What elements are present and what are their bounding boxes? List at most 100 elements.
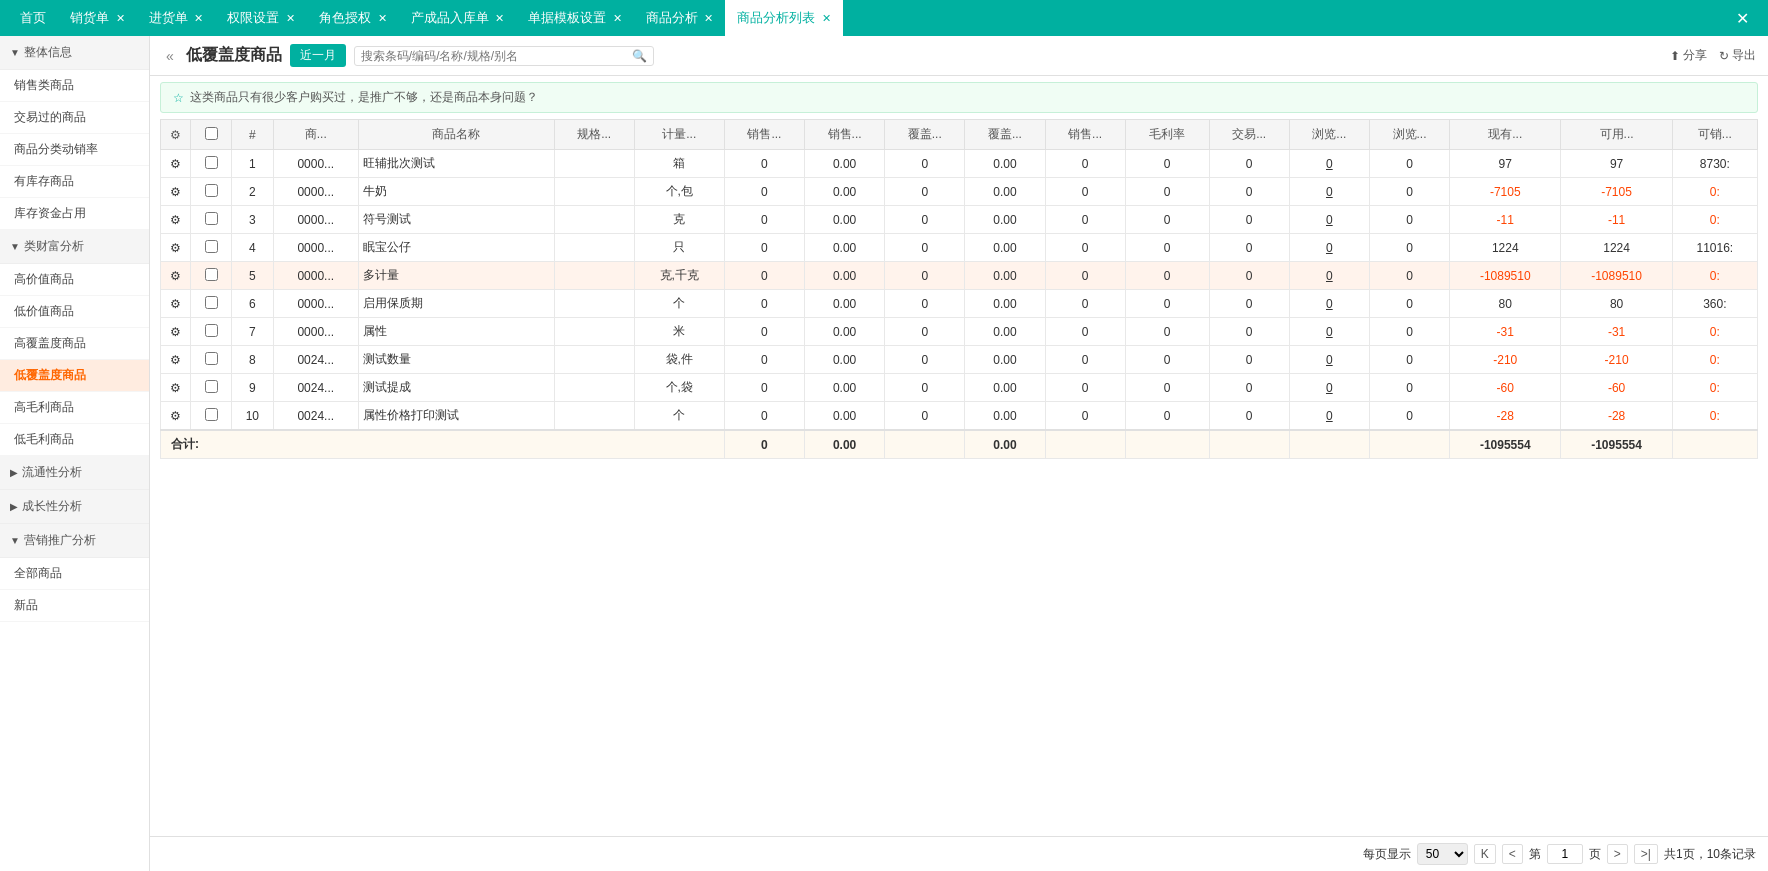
row-checkbox[interactable] bbox=[205, 268, 218, 281]
nav-close-purchase[interactable]: ✕ bbox=[194, 12, 203, 24]
cell-browse1[interactable]: 0 bbox=[1289, 234, 1369, 262]
window-close-button[interactable]: ✕ bbox=[1724, 0, 1760, 36]
sidebar-item-low-value[interactable]: 低价值商品 bbox=[0, 296, 149, 328]
cell-settings[interactable]: ⚙ bbox=[161, 402, 191, 431]
cell-checkbox[interactable] bbox=[191, 346, 232, 374]
th-code[interactable]: 商... bbox=[273, 120, 358, 150]
th-settings[interactable]: ⚙ bbox=[161, 120, 191, 150]
cell-settings[interactable]: ⚙ bbox=[161, 150, 191, 178]
th-sales-qty[interactable]: 销售... bbox=[724, 120, 804, 150]
nav-close-sales[interactable]: ✕ bbox=[116, 12, 125, 24]
th-sales-x[interactable]: 销售... bbox=[1045, 120, 1125, 150]
last-page-button[interactable]: >| bbox=[1634, 844, 1658, 864]
select-all-checkbox[interactable] bbox=[205, 127, 218, 140]
sidebar-item-high-value[interactable]: 高价值商品 bbox=[0, 264, 149, 296]
row-checkbox[interactable] bbox=[205, 380, 218, 393]
nav-item-home[interactable]: 首页 bbox=[8, 0, 58, 36]
nav-item-goods-analysis[interactable]: 商品分析 ✕ bbox=[634, 0, 726, 36]
th-saleable[interactable]: 可销... bbox=[1672, 120, 1757, 150]
cell-settings[interactable]: ⚙ bbox=[161, 178, 191, 206]
cell-checkbox[interactable] bbox=[191, 374, 232, 402]
th-seq[interactable]: # bbox=[232, 120, 274, 150]
th-stock2[interactable]: 可用... bbox=[1561, 120, 1672, 150]
cell-settings[interactable]: ⚙ bbox=[161, 346, 191, 374]
export-button[interactable]: ↻ 导出 bbox=[1719, 47, 1756, 64]
cell-settings[interactable]: ⚙ bbox=[161, 290, 191, 318]
th-browse1[interactable]: 浏览... bbox=[1289, 120, 1369, 150]
prev-page-button[interactable]: < bbox=[1502, 844, 1523, 864]
nav-close-goods-analysis[interactable]: ✕ bbox=[704, 12, 713, 24]
cell-browse1[interactable]: 0 bbox=[1289, 290, 1369, 318]
sidebar-item-in-stock[interactable]: 有库存商品 bbox=[0, 166, 149, 198]
cell-browse1[interactable]: 0 bbox=[1289, 346, 1369, 374]
th-gross-rate[interactable]: 毛利率 bbox=[1125, 120, 1209, 150]
cell-browse1[interactable]: 0 bbox=[1289, 402, 1369, 431]
cell-settings[interactable]: ⚙ bbox=[161, 234, 191, 262]
table-container[interactable]: ⚙ # 商... 商品名称 规格... 计量... 销售... 销售... 覆盖… bbox=[150, 119, 1768, 836]
nav-item-purchase[interactable]: 进货单 ✕ bbox=[137, 0, 216, 36]
th-unit[interactable]: 计量... bbox=[634, 120, 724, 150]
sidebar-section-liquidity[interactable]: ▶ 流通性分析 bbox=[0, 456, 149, 490]
th-name[interactable]: 商品名称 bbox=[358, 120, 554, 150]
sidebar-item-low-coverage[interactable]: 低覆盖度商品 bbox=[0, 360, 149, 392]
collapse-button[interactable]: « bbox=[162, 46, 178, 66]
sidebar-item-category-rate[interactable]: 商品分类动销率 bbox=[0, 134, 149, 166]
th-sales-amt[interactable]: 销售... bbox=[805, 120, 885, 150]
sidebar-item-sales-goods[interactable]: 销售类商品 bbox=[0, 70, 149, 102]
th-spec[interactable]: 规格... bbox=[554, 120, 634, 150]
cell-checkbox[interactable] bbox=[191, 402, 232, 431]
th-coverage2[interactable]: 覆盖... bbox=[965, 120, 1045, 150]
cell-checkbox[interactable] bbox=[191, 290, 232, 318]
cell-checkbox[interactable] bbox=[191, 234, 232, 262]
cell-browse1[interactable]: 0 bbox=[1289, 262, 1369, 290]
cell-browse1[interactable]: 0 bbox=[1289, 206, 1369, 234]
sidebar-item-high-margin[interactable]: 高毛利商品 bbox=[0, 392, 149, 424]
per-page-select[interactable]: 50 20 100 bbox=[1417, 843, 1468, 865]
cell-settings[interactable]: ⚙ bbox=[161, 374, 191, 402]
sidebar-item-all-goods[interactable]: 全部商品 bbox=[0, 558, 149, 590]
cell-checkbox[interactable] bbox=[191, 150, 232, 178]
cell-checkbox[interactable] bbox=[191, 206, 232, 234]
th-trade[interactable]: 交易... bbox=[1209, 120, 1289, 150]
th-browse2[interactable]: 浏览... bbox=[1369, 120, 1449, 150]
next-page-button[interactable]: > bbox=[1607, 844, 1628, 864]
nav-item-template[interactable]: 单据模板设置 ✕ bbox=[516, 0, 634, 36]
sidebar-section-wealth[interactable]: ▼ 类财富分析 bbox=[0, 230, 149, 264]
sidebar-section-overall[interactable]: ▼ 整体信息 bbox=[0, 36, 149, 70]
nav-close-template[interactable]: ✕ bbox=[613, 12, 622, 24]
search-box[interactable]: 🔍 bbox=[354, 46, 654, 66]
cell-settings[interactable]: ⚙ bbox=[161, 318, 191, 346]
sidebar-item-low-margin[interactable]: 低毛利商品 bbox=[0, 424, 149, 456]
th-coverage1[interactable]: 覆盖... bbox=[885, 120, 965, 150]
nav-item-role[interactable]: 角色授权 ✕ bbox=[307, 0, 399, 36]
share-button[interactable]: ⬆ 分享 bbox=[1670, 47, 1707, 64]
cell-settings[interactable]: ⚙ bbox=[161, 262, 191, 290]
row-checkbox[interactable] bbox=[205, 408, 218, 421]
sidebar-item-high-coverage[interactable]: 高覆盖度商品 bbox=[0, 328, 149, 360]
cell-checkbox[interactable] bbox=[191, 178, 232, 206]
nav-close-permissions[interactable]: ✕ bbox=[286, 12, 295, 24]
sidebar-section-growth[interactable]: ▶ 成长性分析 bbox=[0, 490, 149, 524]
sidebar-item-capital[interactable]: 库存资金占用 bbox=[0, 198, 149, 230]
cell-settings[interactable]: ⚙ bbox=[161, 206, 191, 234]
nav-close-finished[interactable]: ✕ bbox=[495, 12, 504, 24]
sidebar-item-traded-goods[interactable]: 交易过的商品 bbox=[0, 102, 149, 134]
nav-item-goods-analysis-list[interactable]: 商品分析列表 ✕ bbox=[725, 0, 843, 36]
cell-checkbox[interactable] bbox=[191, 262, 232, 290]
row-checkbox[interactable] bbox=[205, 212, 218, 225]
nav-item-finished[interactable]: 产成品入库单 ✕ bbox=[399, 0, 517, 36]
cell-checkbox[interactable] bbox=[191, 318, 232, 346]
row-checkbox[interactable] bbox=[205, 184, 218, 197]
filter-recent-month-button[interactable]: 近一月 bbox=[290, 44, 346, 67]
nav-close-goods-analysis-list[interactable]: ✕ bbox=[822, 12, 831, 24]
search-input[interactable] bbox=[361, 49, 632, 63]
cell-browse1[interactable]: 0 bbox=[1289, 374, 1369, 402]
row-checkbox[interactable] bbox=[205, 324, 218, 337]
first-page-button[interactable]: K bbox=[1474, 844, 1496, 864]
cell-browse1[interactable]: 0 bbox=[1289, 178, 1369, 206]
search-icon[interactable]: 🔍 bbox=[632, 49, 647, 63]
nav-item-sales[interactable]: 销货单 ✕ bbox=[58, 0, 137, 36]
th-checkbox[interactable] bbox=[191, 120, 232, 150]
nav-item-permissions[interactable]: 权限设置 ✕ bbox=[215, 0, 307, 36]
th-stock1[interactable]: 现有... bbox=[1450, 120, 1561, 150]
